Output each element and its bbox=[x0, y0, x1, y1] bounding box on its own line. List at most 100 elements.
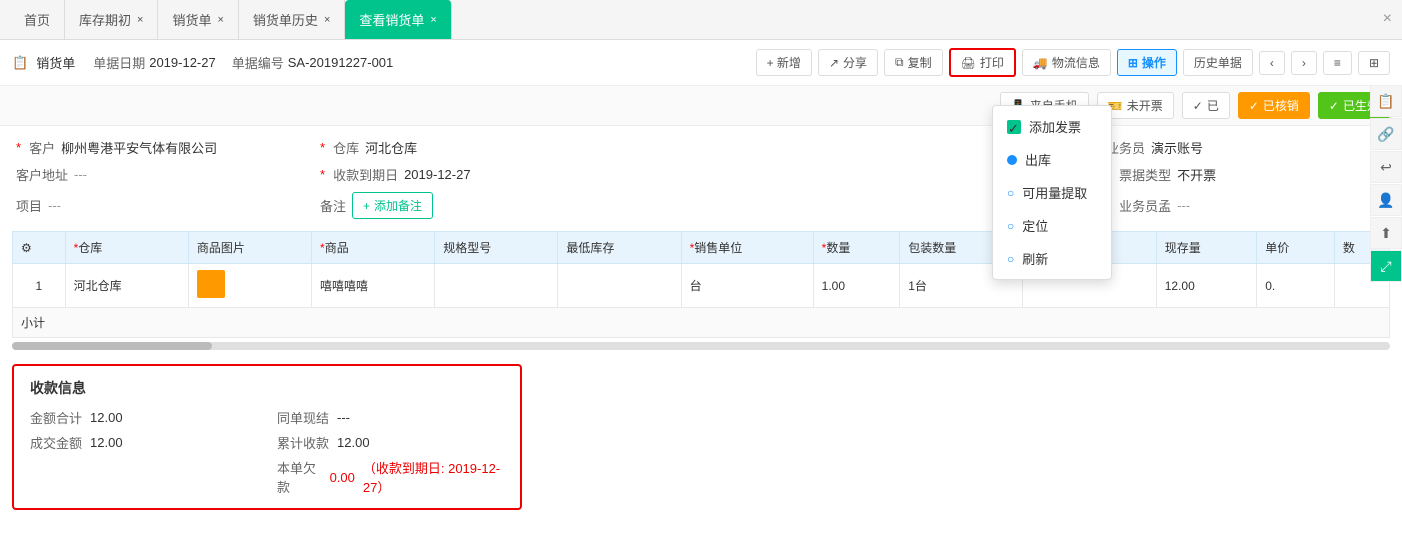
print-button[interactable]: 🖨 打印 bbox=[949, 48, 1016, 77]
next-button[interactable]: › bbox=[1291, 51, 1317, 75]
right-icon-5[interactable]: ⬆ bbox=[1370, 217, 1402, 249]
right-icon-2[interactable]: 🔗 bbox=[1370, 118, 1402, 150]
new-button[interactable]: + 新增 bbox=[756, 49, 812, 76]
tab-bar: 首页 库存期初 × 销货单 × 销货单历史 × 查看销货单 × × bbox=[0, 0, 1402, 40]
cumulative-payment-row: 累计收款 12.00 bbox=[277, 433, 504, 452]
due-date-note: （收款到期日: 2019-12-27） bbox=[363, 458, 504, 496]
product-image bbox=[197, 270, 225, 298]
total-amount-row: 金额合计 12.00 bbox=[30, 408, 257, 427]
row-current-stock: 12.00 bbox=[1156, 264, 1256, 308]
row-spec bbox=[435, 264, 558, 308]
col-product: *商品 bbox=[312, 232, 435, 264]
sales-staff2-field: * 业务员孟 --- bbox=[1106, 196, 1386, 215]
payment-info-grid: 金额合计 12.00 同单现结 --- 成交金额 12.00 累计收款 12.0… bbox=[30, 408, 504, 496]
row-unit-price: 0. bbox=[1257, 264, 1335, 308]
col-gear: ⚙ bbox=[13, 232, 66, 264]
prev-button[interactable]: ‹ bbox=[1259, 51, 1285, 75]
tab-inventory-init[interactable]: 库存期初 × bbox=[65, 0, 158, 39]
col-min-stock: 最低库存 bbox=[558, 232, 681, 264]
available-extract-item[interactable]: ○ 可用量提取 bbox=[993, 176, 1111, 209]
right-icon-expand[interactable]: ⤢ bbox=[1370, 250, 1402, 282]
col-spec: 规格型号 bbox=[435, 232, 558, 264]
close-tab-sales-history[interactable]: × bbox=[324, 14, 330, 26]
doc-type-label: 📋 销货单 bbox=[12, 53, 75, 72]
col-product-img: 商品图片 bbox=[188, 232, 311, 264]
staff-field: 业务员 演示账号 bbox=[1106, 138, 1386, 157]
row-product-img bbox=[188, 264, 311, 308]
close-tab-view-sales[interactable]: × bbox=[430, 14, 436, 26]
row-sales-unit: 台 bbox=[681, 264, 813, 308]
locate-item[interactable]: ○ 定位 bbox=[993, 209, 1111, 242]
row-quantity: 1.00 bbox=[813, 264, 900, 308]
col-warehouse: *仓库 bbox=[65, 232, 188, 264]
share-button[interactable]: ↗ 分享 bbox=[818, 49, 878, 76]
payment-info-title: 收款信息 bbox=[30, 378, 504, 398]
second-toolbar: 📱 来自手机 🎫 未开票 ✓ 已 ✓ 已核销 ✓ 已生效 bbox=[0, 86, 1402, 126]
operations-button[interactable]: ⊞ 操作 bbox=[1117, 49, 1177, 76]
form-row-3: 项目 --- 备注 + 添加备注 * 业务员孟 --- bbox=[16, 192, 1386, 219]
doc-number-field: 单据编号 SA-20191227-001 bbox=[232, 53, 394, 72]
project-field: 项目 --- bbox=[16, 196, 296, 215]
refresh-item[interactable]: ○ 刷新 bbox=[993, 242, 1111, 275]
form-row-1: * 客户 柳州粤港平安气体有限公司 * 仓库 河北仓库 业务员 演示账号 bbox=[16, 138, 1386, 157]
warehouse-field: * 仓库 河北仓库 bbox=[320, 138, 600, 157]
doc-meta: 单据日期 2019-12-27 单据编号 SA-20191227-001 bbox=[93, 53, 393, 72]
print-icon: 🖨 bbox=[961, 56, 976, 70]
col-sales-unit: *销售单位 bbox=[681, 232, 813, 264]
row-min-stock bbox=[558, 264, 681, 308]
horizontal-scrollbar[interactable] bbox=[12, 342, 1390, 350]
scroll-thumb[interactable] bbox=[12, 342, 212, 350]
copy-icon: ⧉ bbox=[895, 55, 904, 70]
note-field: 备注 + 添加备注 bbox=[320, 192, 600, 219]
col-quantity: *数量 bbox=[813, 232, 900, 264]
tab-sales-history[interactable]: 销货单历史 × bbox=[239, 0, 345, 39]
ticket-type-field: * 票据类型 不开票 bbox=[1106, 165, 1386, 184]
check-button[interactable]: ✓ 已 bbox=[1182, 92, 1230, 119]
copy-button[interactable]: ⧉ 复制 bbox=[884, 49, 943, 76]
payment-info-box: 收款信息 金额合计 12.00 同单现结 --- 成交金额 12.00 累计收款… bbox=[12, 364, 522, 510]
add-note-button[interactable]: + 添加备注 bbox=[352, 192, 433, 219]
right-icon-1[interactable]: 📋 bbox=[1370, 85, 1402, 117]
close-tab-sales-order[interactable]: × bbox=[217, 14, 223, 26]
row-num: 1 bbox=[13, 264, 66, 308]
tab-view-sales[interactable]: 查看销货单 × bbox=[345, 0, 451, 39]
product-table: ⚙ *仓库 商品图片 *商品 规格型号 最低库存 *销售单位 *数量 包装数量 … bbox=[12, 231, 1390, 338]
right-icon-4[interactable]: 👤 bbox=[1370, 184, 1402, 216]
table-row: 1 河北仓库 嘻嘻嘻嘻 台 1.00 1台 12.00 0. bbox=[13, 264, 1390, 308]
row-product: 嘻嘻嘻嘻 bbox=[312, 264, 435, 308]
tab-home[interactable]: 首页 bbox=[10, 0, 65, 39]
address-field: 客户地址 --- bbox=[16, 165, 296, 184]
row-warehouse: 河北仓库 bbox=[65, 264, 188, 308]
right-icon-3[interactable]: ↩ bbox=[1370, 151, 1402, 183]
check-icon: ✓ bbox=[1193, 99, 1203, 113]
doc-type-text: 销货单 bbox=[36, 53, 75, 72]
grid-view-button[interactable]: ⊞ bbox=[1358, 51, 1390, 75]
operations-dropdown: ✓ 添加发票 出库 ○ 可用量提取 ○ 定位 ○ 刷新 bbox=[992, 105, 1112, 280]
grid-icon: ⊞ bbox=[1128, 56, 1138, 70]
doc-icon: 📋 bbox=[12, 55, 28, 71]
subtotal-label: 小计 bbox=[13, 308, 1390, 338]
locate-icon: ○ bbox=[1007, 219, 1014, 233]
tab-sales-order[interactable]: 销货单 × bbox=[158, 0, 238, 39]
close-window-button[interactable]: × bbox=[1383, 10, 1392, 28]
balance-due-row: 本单欠款 0.00 （收款到期日: 2019-12-27） bbox=[277, 458, 504, 496]
list-view-button[interactable]: ≡ bbox=[1323, 51, 1352, 75]
circle-icon: ○ bbox=[1007, 186, 1014, 200]
outbound-item[interactable]: 出库 bbox=[993, 143, 1111, 176]
product-table-wrap: ⚙ *仓库 商品图片 *商品 规格型号 最低库存 *销售单位 *数量 包装数量 … bbox=[0, 231, 1402, 338]
same-order-settlement-row: 同单现结 --- bbox=[277, 408, 504, 427]
deal-amount-row: 成交金额 12.00 bbox=[30, 433, 257, 452]
refresh-icon: ○ bbox=[1007, 252, 1014, 266]
truck-icon: 🚚 bbox=[1033, 56, 1048, 70]
col-unit-price: 单价 bbox=[1257, 232, 1335, 264]
toolbar-actions: + 新增 ↗ 分享 ⧉ 复制 🖨 打印 🚚 物流信息 bbox=[756, 48, 1390, 77]
voided-button[interactable]: ✓ 已核销 bbox=[1238, 92, 1310, 119]
close-tab-inventory-init[interactable]: × bbox=[137, 14, 143, 26]
col-current-stock: 现存量 bbox=[1156, 232, 1256, 264]
add-invoice-item[interactable]: ✓ 添加发票 bbox=[993, 110, 1111, 143]
history-records-button[interactable]: 历史单据 bbox=[1183, 49, 1253, 76]
checkbox-icon: ✓ bbox=[1007, 120, 1021, 134]
payment-date-field: * 收款到期日 2019-12-27 bbox=[320, 165, 600, 184]
main-toolbar: 📋 销货单 单据日期 2019-12-27 单据编号 SA-20191227-0… bbox=[0, 40, 1402, 86]
logistics-button[interactable]: 🚚 物流信息 bbox=[1022, 49, 1111, 76]
